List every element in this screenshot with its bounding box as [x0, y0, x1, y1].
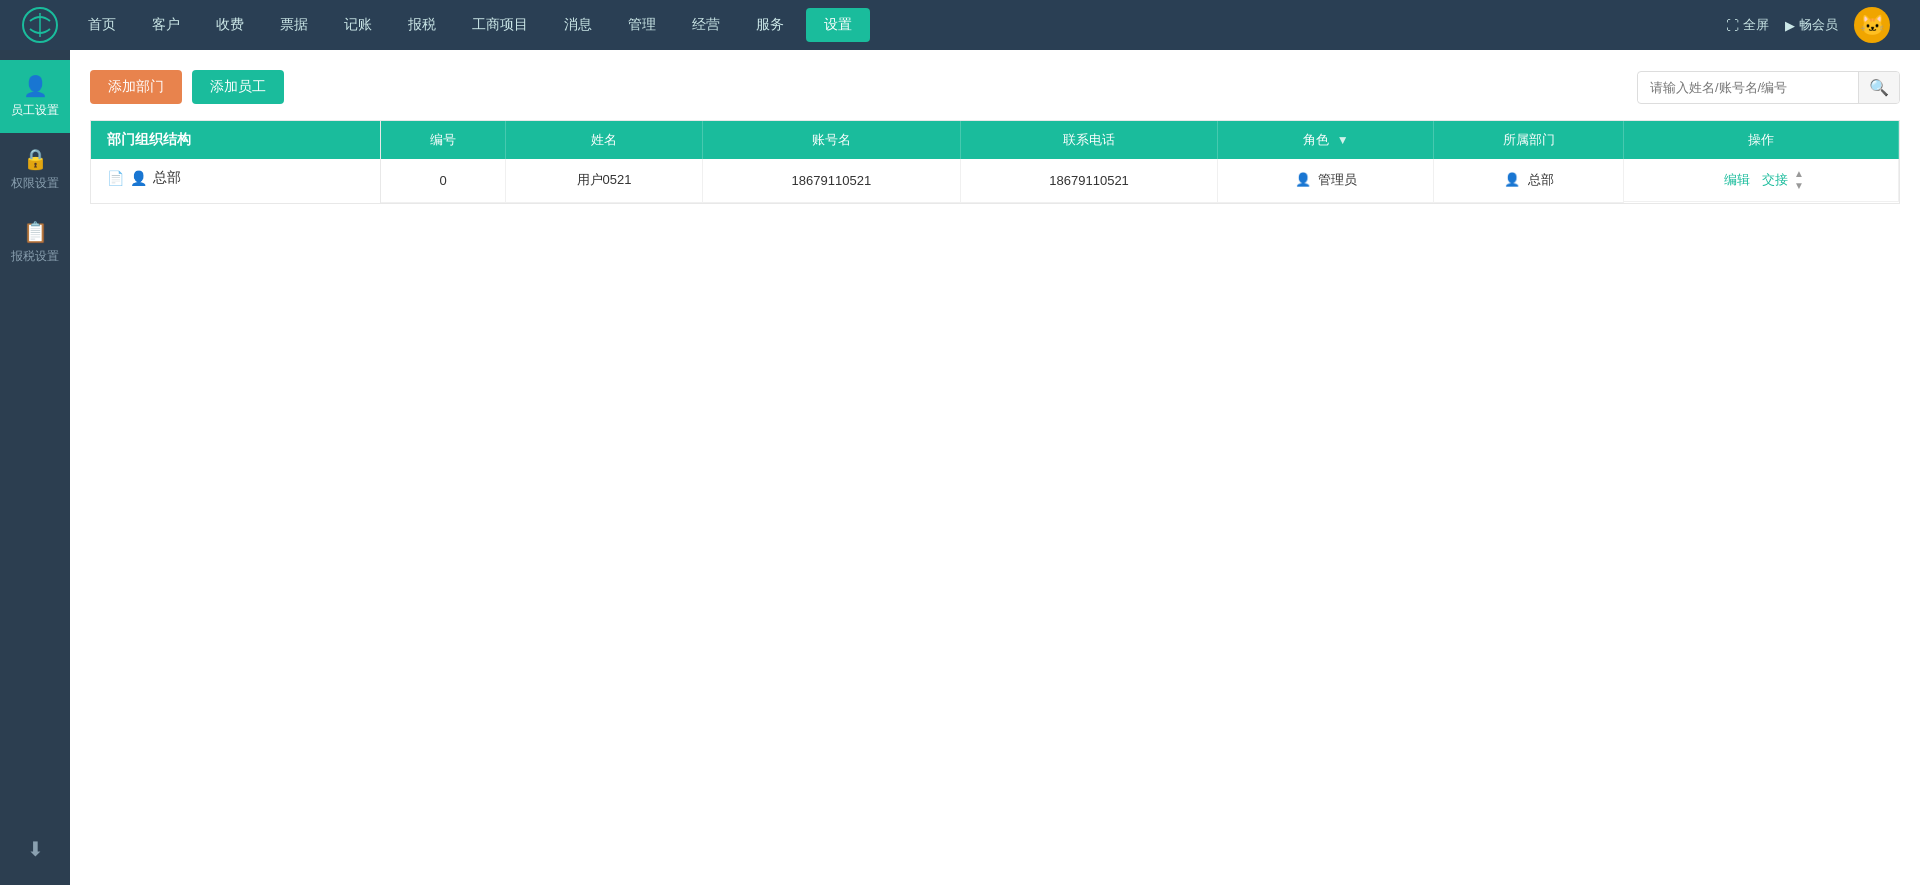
search-input[interactable] — [1638, 74, 1858, 101]
search-box: 🔍 — [1637, 71, 1900, 104]
top-nav: 首页 客户 收费 票据 记账 报税 工商项目 消息 管理 经营 服务 设置 ⛶ … — [0, 0, 1920, 50]
table-row: 0 用户0521 18679110521 18679110521 👤 管理员 👤… — [381, 159, 1899, 202]
scroll-down-icon[interactable]: ▼ — [1794, 181, 1804, 191]
handover-button[interactable]: 交接 — [1762, 171, 1788, 189]
dept-user-icon: 👤 — [1504, 172, 1520, 187]
col-id: 编号 — [381, 121, 506, 159]
nav-settings[interactable]: 设置 — [806, 8, 870, 42]
sidebar-bottom: ⬇ — [0, 823, 70, 885]
cell-phone: 18679110521 — [960, 159, 1218, 202]
cell-id: 0 — [381, 159, 506, 202]
nav-home[interactable]: 首页 — [70, 0, 134, 50]
edit-button[interactable]: 编辑 — [1724, 171, 1750, 189]
employee-table: 编号 姓名 账号名 联系电话 角色 ▼ 所属部门 操作 — [381, 121, 1899, 203]
nav-message[interactable]: 消息 — [546, 0, 610, 50]
sidebar: 👤 员工设置 🔒 权限设置 📋 报税设置 ⬇ — [0, 50, 70, 885]
sidebar-item-employee[interactable]: 👤 员工设置 — [0, 60, 70, 133]
table-panel: 编号 姓名 账号名 联系电话 角色 ▼ 所属部门 操作 — [381, 121, 1899, 203]
member-button[interactable]: ▶ 畅会员 — [1785, 16, 1838, 34]
nav-operation[interactable]: 经营 — [674, 0, 738, 50]
sidebar-item-taxsettings[interactable]: 📋 报税设置 — [0, 206, 70, 279]
employee-icon: 👤 — [23, 74, 48, 98]
toolbar: 添加部门 添加员工 🔍 — [90, 70, 1900, 104]
role-user-icon: 👤 — [1295, 172, 1311, 187]
nav-customer[interactable]: 客户 — [134, 0, 198, 50]
nav-service[interactable]: 服务 — [738, 0, 802, 50]
lock-icon: 🔒 — [23, 147, 48, 171]
nav-accounting[interactable]: 记账 — [326, 0, 390, 50]
col-dept: 所属部门 — [1434, 121, 1624, 159]
col-account: 账号名 — [703, 121, 961, 159]
add-dept-button[interactable]: 添加部门 — [90, 70, 182, 104]
nav-manage[interactable]: 管理 — [610, 0, 674, 50]
cell-account: 18679110521 — [703, 159, 961, 202]
avatar[interactable]: 🐱 — [1854, 7, 1890, 43]
file-icon: 📄 — [107, 170, 124, 186]
cell-actions: 编辑 交接 ▲ ▼ — [1624, 159, 1898, 202]
sidebar-download[interactable]: ⬇ — [0, 823, 70, 875]
report-icon: 📋 — [23, 220, 48, 244]
cell-role: 👤 管理员 — [1218, 159, 1434, 202]
filter-icon[interactable]: ▼ — [1337, 133, 1349, 147]
row-scroll-arrows[interactable]: ▲ ▼ — [1794, 169, 1804, 191]
col-role[interactable]: 角色 ▼ — [1218, 121, 1434, 159]
sidebar-item-permission[interactable]: 🔒 权限设置 — [0, 133, 70, 206]
cell-dept: 👤 总部 — [1434, 159, 1624, 202]
logo — [10, 0, 70, 50]
nav-business[interactable]: 工商项目 — [454, 0, 546, 50]
cell-name: 用户0521 — [506, 159, 703, 202]
tree-item-root[interactable]: 📄 👤 总部 — [91, 159, 380, 197]
nav-items: 首页 客户 收费 票据 记账 报税 工商项目 消息 管理 经营 服务 设置 — [70, 0, 1726, 50]
play-icon: ▶ — [1785, 18, 1795, 33]
col-phone: 联系电话 — [960, 121, 1218, 159]
user-icon: 👤 — [130, 170, 147, 186]
tree-header: 部门组织结构 — [91, 121, 380, 159]
nav-fee[interactable]: 收费 — [198, 0, 262, 50]
content-area: 添加部门 添加员工 🔍 部门组织结构 📄 👤 总部 — [70, 50, 1920, 885]
nav-invoice[interactable]: 票据 — [262, 0, 326, 50]
col-name: 姓名 — [506, 121, 703, 159]
search-button[interactable]: 🔍 — [1858, 72, 1899, 103]
nav-right: ⛶ 全屏 ▶ 畅会员 🐱 — [1726, 7, 1910, 43]
col-action: 操作 — [1624, 121, 1899, 159]
main-layout: 👤 员工设置 🔒 权限设置 📋 报税设置 ⬇ 添加部门 添加员工 🔍 — [0, 50, 1920, 885]
tree-panel: 部门组织结构 📄 👤 总部 — [91, 121, 381, 203]
download-icon: ⬇ — [27, 837, 44, 861]
add-staff-button[interactable]: 添加员工 — [192, 70, 284, 104]
fullscreen-button[interactable]: ⛶ 全屏 — [1726, 16, 1769, 34]
fullscreen-icon: ⛶ — [1726, 18, 1739, 33]
scroll-up-icon[interactable]: ▲ — [1794, 169, 1804, 179]
nav-tax[interactable]: 报税 — [390, 0, 454, 50]
employee-layout: 部门组织结构 📄 👤 总部 编号 姓名 账号名 联系电话 — [90, 120, 1900, 204]
